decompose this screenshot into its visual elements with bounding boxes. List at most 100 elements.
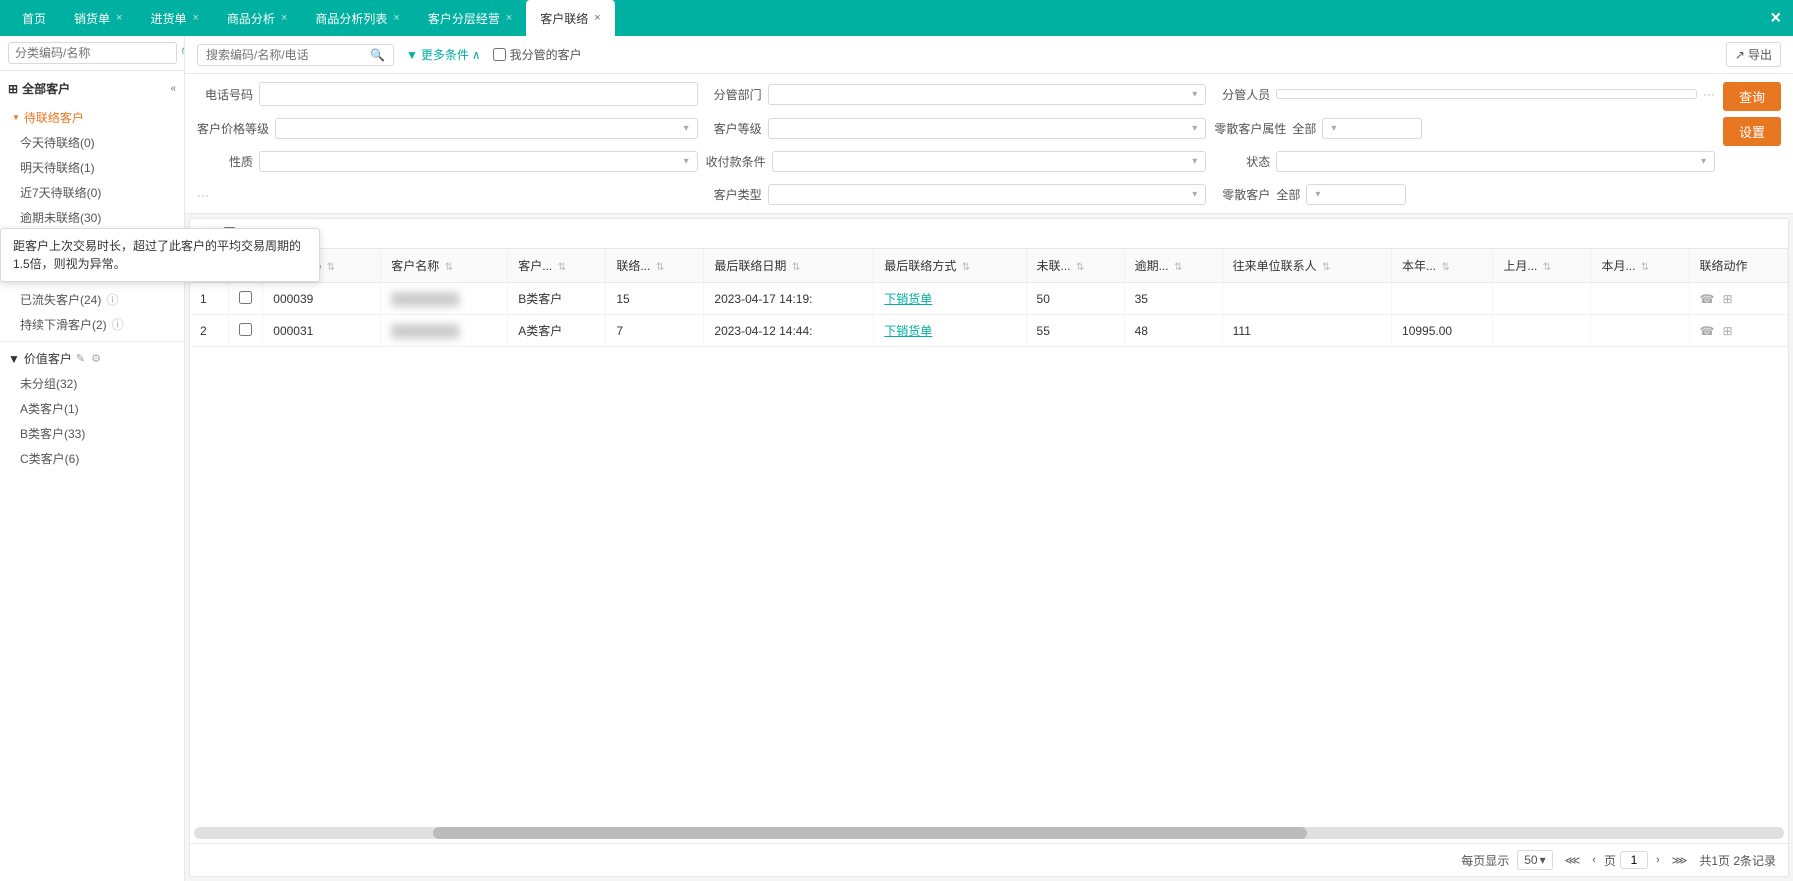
th-contact-count[interactable]: 联络... ⇅ (606, 249, 704, 283)
search-main-icon[interactable]: 🔍 (370, 48, 385, 62)
sidebar-item-class-a[interactable]: A类客户(1) (0, 396, 184, 421)
filter-select-payment[interactable]: ▾ (772, 151, 1207, 172)
th-this-year[interactable]: 本年... ⇅ (1392, 249, 1493, 283)
td-name-1: ████████ (381, 283, 508, 315)
sidebar-item-declining[interactable]: 持续下滑客户(2) ⓘ (0, 312, 184, 337)
info-icon-3: ⓘ (106, 291, 118, 308)
filter-select-cust-type[interactable]: ▾ (768, 184, 1207, 205)
nav-close-all[interactable]: × (1770, 8, 1781, 29)
sort-icon-year: ⇅ (1441, 262, 1449, 273)
filter-select-retail-cust[interactable]: ▾ (1306, 184, 1406, 205)
export-icon: ↗ (1735, 48, 1745, 62)
nav-analysis-list[interactable]: 商品分析列表 × (301, 0, 413, 36)
filter-select-dept[interactable]: ▾ (768, 84, 1207, 105)
nav-sales-close[interactable]: × (116, 12, 122, 24)
td-action-1: ☎ ⊞ (1689, 283, 1788, 315)
filter-label-dept: 分管部门 (706, 86, 762, 103)
th-this-month[interactable]: 本月... ⇅ (1591, 249, 1689, 283)
nav-customer-tier[interactable]: 客户分层经营 × (414, 0, 526, 36)
action-more-icon-2[interactable]: ⊞ (1722, 324, 1732, 338)
prev-page-btn[interactable]: ‹ (1588, 852, 1600, 868)
nav-analysis-list-close[interactable]: × (393, 12, 399, 24)
filter-more-dots[interactable]: ··· (197, 188, 209, 202)
sidebar-item-tomorrow[interactable]: 明天待联络(1) (0, 155, 184, 180)
filter-select-status[interactable]: ▾ (1276, 151, 1715, 172)
nav-home[interactable]: 首页 (8, 0, 60, 36)
settings-button[interactable]: 设置 (1723, 117, 1781, 146)
nav-analysis[interactable]: 商品分析 × (213, 0, 301, 36)
tree-group-pending: ▼ 待联络客户 今天待联络(0) 明天待联络(1) 近7天待联络(0) 逾期未联… (0, 102, 184, 233)
sidebar-item-overdue[interactable]: 逾期未联络(30) (0, 205, 184, 230)
sidebar-item-today[interactable]: 今天待联络(0) (0, 130, 184, 155)
th-last-month[interactable]: 上月... ⇅ (1493, 249, 1591, 283)
export-button[interactable]: ↗ 导出 (1726, 42, 1781, 67)
th-level[interactable]: 客户... ⇅ (508, 249, 606, 283)
filter-select-retail-attr[interactable]: ▾ (1322, 118, 1422, 139)
filter-label-retail-cust: 零散客户 (1214, 186, 1270, 203)
th-last-method[interactable]: 最后联络方式 ⇅ (874, 249, 1026, 283)
action-contact-icon-2[interactable]: ☎ (1700, 324, 1715, 338)
action-contact-icon-1[interactable]: ☎ (1700, 292, 1715, 306)
my-customers-checkbox[interactable] (493, 48, 506, 61)
sidebar-item-class-c[interactable]: C类客户(6) (0, 446, 184, 471)
nav-analysis-close[interactable]: × (281, 12, 287, 24)
td-no-contact-1: 50 (1026, 283, 1124, 315)
tree-value-header[interactable]: ▼ 价值客户 ✎ ⚙ (0, 346, 184, 371)
filter-row-2: 客户价格等级 ▾ 客户等级 ▾ (197, 118, 1715, 139)
th-last-date[interactable]: 最后联络日期 ⇅ (704, 249, 874, 283)
th-name[interactable]: 客户名称 ⇅ (381, 249, 508, 283)
sidebar-item-churned[interactable]: 已流失客户(24) ⓘ (0, 287, 184, 312)
sidebar-item-unclassified[interactable]: 未分组(32) (0, 371, 184, 396)
th-contact-person[interactable]: 往来单位联系人 ⇅ (1222, 249, 1391, 283)
td-month-2 (1591, 315, 1689, 347)
th-no-contact[interactable]: 未联... ⇅ (1026, 249, 1124, 283)
table-area: ⚙ 客户编码 ⇅ 客户名称 (189, 218, 1789, 877)
sidebar-collapse-btn[interactable]: « (170, 83, 176, 94)
nav-sales[interactable]: 销货单 × (60, 0, 136, 36)
filter-label-cust-level: 客户等级 (706, 120, 762, 137)
filter-select-cust-level[interactable]: ▾ (768, 118, 1207, 139)
sort-icon-contact: ⇅ (656, 262, 664, 273)
more-conditions-btn[interactable]: ▼ 更多条件 ∧ (406, 46, 481, 63)
page-input[interactable] (1620, 851, 1648, 869)
filter-cell-price-level: 客户价格等级 ▾ (197, 118, 698, 139)
td-method-2[interactable]: 下销货单 (874, 315, 1026, 347)
filter-select-nature[interactable]: ▾ (259, 151, 698, 172)
edit-icon[interactable]: ✎ (76, 352, 85, 365)
td-checkbox-1[interactable] (229, 283, 263, 315)
filter-dots-person[interactable]: ··· (1703, 87, 1715, 101)
nav-customer-contact[interactable]: 客户联络 × (526, 0, 614, 36)
filter-input-phone[interactable] (259, 82, 698, 106)
action-more-icon-1[interactable]: ⊞ (1722, 292, 1732, 306)
sidebar-all-customers[interactable]: ⊞ 全部客户 « (0, 75, 184, 102)
filter-label-status: 状态 (1214, 153, 1270, 170)
tree-group-pending-label[interactable]: ▼ 待联络客户 (0, 105, 184, 130)
query-button[interactable]: 查询 (1723, 82, 1781, 111)
td-date-1: 2023-04-17 14:19: (704, 283, 874, 315)
td-checkbox-2[interactable] (229, 315, 263, 347)
nav-purchase-close[interactable]: × (192, 12, 198, 24)
last-page-btn[interactable]: ⋙ (1668, 852, 1692, 869)
td-method-1[interactable]: 下销货单 (874, 283, 1026, 315)
my-customers-filter[interactable]: 我分管的客户 (493, 46, 582, 63)
filter-cell-person: 分管人员 ··· (1214, 86, 1715, 103)
next-page-btn[interactable]: › (1652, 852, 1664, 868)
filter-select-person[interactable] (1276, 89, 1697, 99)
nav-customer-contact-close[interactable]: × (594, 12, 600, 24)
th-overdue[interactable]: 逾期... ⇅ (1124, 249, 1222, 283)
sidebar-search-input[interactable] (8, 42, 177, 64)
sidebar-item-7days[interactable]: 近7天待联络(0) (0, 180, 184, 205)
td-person-1 (1222, 283, 1391, 315)
horizontal-scrollbar[interactable] (194, 827, 1784, 839)
table-wrap[interactable]: 客户编码 ⇅ 客户名称 ⇅ 客户... ⇅ (190, 249, 1788, 827)
first-page-btn[interactable]: ⋘ (1561, 852, 1585, 869)
filter-select-price-level[interactable]: ▾ (275, 118, 698, 139)
nav-customer-tier-close[interactable]: × (506, 12, 512, 24)
nav-purchase[interactable]: 进货单 × (136, 0, 212, 36)
search-main-input[interactable] (206, 48, 366, 62)
td-lmonth-1 (1493, 283, 1591, 315)
sidebar-item-class-b[interactable]: B类客户(33) (0, 421, 184, 446)
per-page-select[interactable]: 50 ▾ (1517, 850, 1552, 870)
settings-icon[interactable]: ⚙ (91, 352, 101, 365)
td-no-contact-2: 55 (1026, 315, 1124, 347)
